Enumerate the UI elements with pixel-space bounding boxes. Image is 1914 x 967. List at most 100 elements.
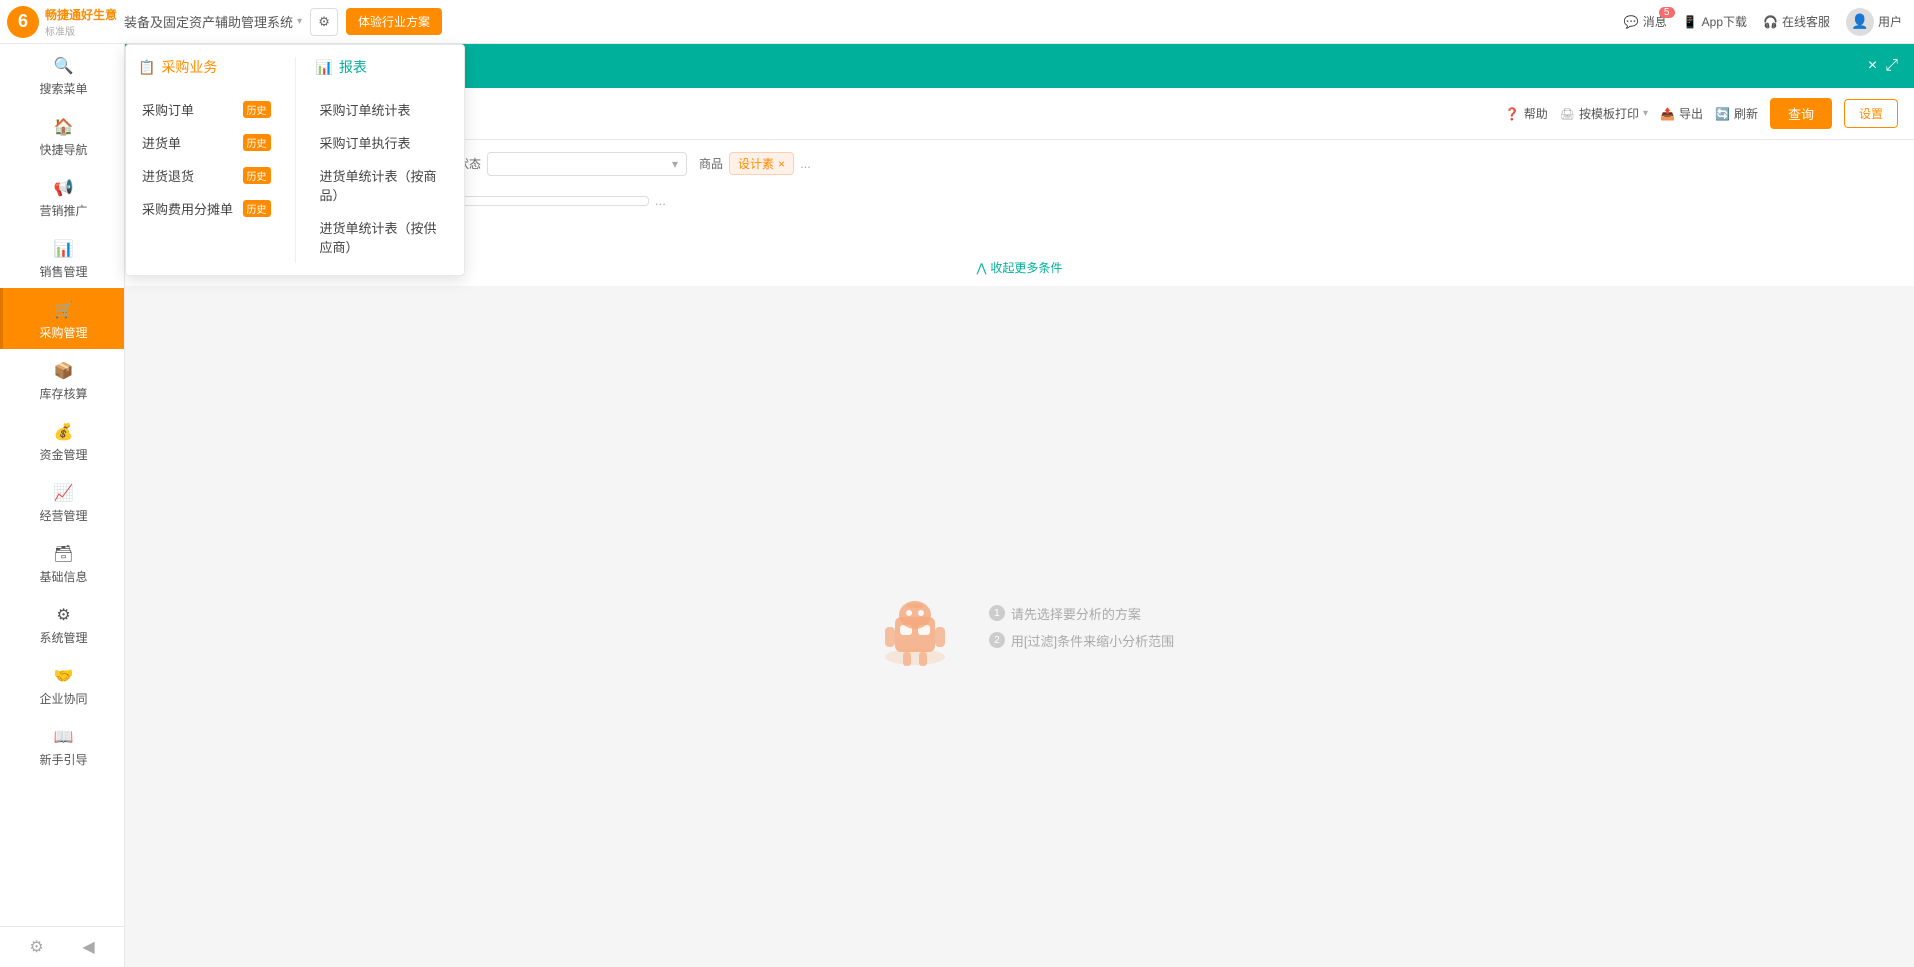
menu-item-purchase-order[interactable]: 采购订单 历史	[138, 93, 275, 126]
report-receipt-goods-label: 进货单统计表（按商品）	[320, 166, 449, 204]
menu-item-report-receipt-goods[interactable]: 进货单统计表（按商品）	[316, 159, 453, 211]
message-badge: 5	[1659, 7, 1675, 18]
goods-tag-close[interactable]: ×	[778, 157, 785, 171]
collapse-button[interactable]: ⋀ 收起更多条件	[977, 259, 1063, 276]
cooperation-icon: 🤝	[54, 666, 74, 686]
goods-dots[interactable]: ...	[800, 156, 811, 171]
sidebar-label-marketing: 营销推广	[39, 202, 87, 219]
app-container: 6 畅捷通好生意 标准版 装备及固定资产辅助管理系统 ▾ ⚙ 体验行业方案 💬 …	[0, 0, 1914, 967]
salesman-input[interactable]	[449, 196, 649, 206]
sidebar-item-finance[interactable]: 💰 资金管理	[0, 410, 124, 471]
goods-tag: 设计素 ×	[729, 152, 794, 175]
collapse-arrow-icon: ⋀	[977, 261, 987, 275]
finance-icon: 💰	[54, 422, 74, 442]
salesman-dots[interactable]: ...	[655, 193, 666, 208]
tip-num-2: 2	[989, 632, 1005, 648]
sidebar-collapse-button[interactable]: ◀	[82, 937, 94, 957]
purchase-return-label: 进货退货	[142, 166, 194, 185]
report-order-stat-label: 采购订单统计表	[320, 100, 411, 119]
headset-icon: 🎧	[1763, 15, 1778, 29]
sidebar-item-operation[interactable]: 📈 经营管理	[0, 471, 124, 532]
sidebar-item-inventory[interactable]: 📦 库存核算	[0, 349, 124, 410]
order-status-input[interactable]: ▾	[487, 152, 687, 176]
system-title-arrow[interactable]: ▾	[297, 16, 302, 27]
menu-item-purchase-expense[interactable]: 采购费用分摊单 历史	[138, 192, 275, 225]
user-button[interactable]: 👤 用户	[1846, 8, 1902, 36]
main-content: 1 请先选择要分析的方案 2 用[过滤]条件来缩小分析范围	[125, 286, 1914, 967]
menu-divider	[295, 57, 296, 263]
home-icon: 🏠	[54, 117, 74, 137]
purchase-order-label: 采购订单	[142, 100, 194, 119]
purchase-section-icon: 📋	[138, 59, 155, 76]
purchase-receipt-label: 进货单	[142, 133, 181, 152]
goods-filter: 商品 设计素 × ...	[699, 152, 811, 175]
purchase-section: 📋 采购业务 采购订单 历史 进货单 历史 进货退货 历史 采购费用分摊单 历史	[138, 57, 275, 263]
top-bar: 6 畅捷通好生意 标准版 装备及固定资产辅助管理系统 ▾ ⚙ 体验行业方案 💬 …	[0, 0, 1914, 44]
purchase-icon: 🛒	[54, 300, 74, 320]
guide-icon: 📖	[54, 727, 74, 747]
message-button[interactable]: 💬 消息 5	[1624, 13, 1667, 30]
expand-icon[interactable]: ⤢	[1885, 57, 1898, 75]
menu-item-report-receipt-supplier[interactable]: 进货单统计表（按供应商）	[316, 211, 453, 263]
industry-solution-button[interactable]: 体验行业方案	[346, 8, 442, 35]
message-icon: 💬	[1624, 15, 1639, 29]
sidebar-item-purchase[interactable]: 🛒 采购管理	[0, 288, 124, 349]
menu-item-purchase-return[interactable]: 进货退货 历史	[138, 159, 275, 192]
print-label: 按模板打印	[1579, 105, 1639, 122]
inventory-icon: 📦	[54, 361, 74, 381]
sidebar-item-navigation[interactable]: 🏠 快捷导航	[0, 105, 124, 166]
empty-tip-1: 1 请先选择要分析的方案	[989, 604, 1141, 623]
set-button[interactable]: 设置	[1844, 99, 1898, 128]
sidebar-label-operation: 经营管理	[39, 507, 87, 524]
purchase-dropdown-menu: 📋 采购业务 采购订单 历史 进货单 历史 进货退货 历史 采购费用分摊单 历史	[125, 44, 465, 276]
marketing-icon: 📢	[54, 178, 74, 198]
app-download-button[interactable]: 📱 App下载	[1683, 13, 1747, 30]
empty-state-container: 1 请先选择要分析的方案 2 用[过滤]条件来缩小分析范围	[865, 577, 1174, 677]
sidebar-item-system[interactable]: ⚙ 系统管理	[0, 593, 124, 654]
sidebar-item-guide[interactable]: 📖 新手引导	[0, 715, 124, 776]
hist-badge-receipt: 历史	[243, 134, 271, 151]
menu-item-purchase-receipt[interactable]: 进货单 历史	[138, 126, 275, 159]
sidebar-label-purchase: 采购管理	[39, 324, 87, 341]
sidebar-item-basic-info[interactable]: 🗃 基础信息	[0, 532, 124, 593]
print-button[interactable]: 🖨 按模板打印 ▾	[1560, 105, 1648, 122]
sidebar-item-search[interactable]: 🔍 搜索菜单	[0, 44, 124, 105]
print-arrow[interactable]: ▾	[1643, 108, 1648, 119]
empty-state-text: 1 请先选择要分析的方案 2 用[过滤]条件来缩小分析范围	[989, 604, 1174, 650]
sales-icon: 📊	[54, 239, 74, 259]
sidebar: 🔍 搜索菜单 🏠 快捷导航 📢 营销推广 📊 销售管理 🛒 采购管理 📦	[0, 44, 125, 967]
close-window-icon[interactable]: ×	[1868, 57, 1877, 75]
refresh-icon: 🔄	[1715, 107, 1730, 121]
sidebar-item-marketing[interactable]: 📢 营销推广	[0, 166, 124, 227]
empty-tip-2: 2 用[过滤]条件来缩小分析范围	[989, 631, 1174, 650]
query-button[interactable]: 查询	[1770, 98, 1832, 129]
goods-label: 商品	[699, 155, 723, 172]
system-title-text: 装备及固定资产辅助管理系统	[124, 12, 293, 31]
sidebar-item-cooperation[interactable]: 🤝 企业协同	[0, 654, 124, 715]
logo-icon: 6	[7, 6, 39, 38]
user-label: 用户	[1878, 13, 1902, 30]
sidebar-label-basic-info: 基础信息	[39, 568, 87, 585]
menu-item-report-order-stat[interactable]: 采购订单统计表	[316, 93, 453, 126]
top-bar-right: 💬 消息 5 📱 App下载 🎧 在线客服 👤 用户	[1624, 8, 1902, 36]
refresh-button[interactable]: 🔄 刷新	[1715, 105, 1758, 122]
settings-gear-button[interactable]: ⚙	[310, 8, 338, 36]
goods-tag-value: 设计素	[738, 155, 774, 172]
sidebar-settings-button[interactable]: ⚙	[29, 937, 43, 957]
menu-item-report-order-exec[interactable]: 采购订单执行表	[316, 126, 453, 159]
order-status-arrow: ▾	[672, 157, 678, 171]
logo-area: 6 畅捷通好生意 标准版	[12, 6, 112, 38]
system-title-area: 装备及固定资产辅助管理系统 ▾	[124, 12, 302, 31]
sidebar-label-navigation: 快捷导航	[39, 141, 87, 158]
sidebar-label-inventory: 库存核算	[39, 385, 87, 402]
system-icon: ⚙	[56, 605, 70, 625]
help-button[interactable]: ❓ 帮助	[1505, 105, 1548, 122]
hist-badge-purchase-order: 历史	[243, 101, 271, 118]
report-receipt-supplier-label: 进货单统计表（按供应商）	[320, 218, 449, 256]
export-button[interactable]: 📤 导出	[1660, 105, 1703, 122]
sidebar-label-guide: 新手引导	[39, 751, 87, 768]
collapse-label: 收起更多条件	[990, 259, 1062, 276]
online-service-button[interactable]: 🎧 在线客服	[1763, 13, 1830, 30]
export-icon: 📤	[1660, 107, 1675, 121]
sidebar-item-sales[interactable]: 📊 销售管理	[0, 227, 124, 288]
